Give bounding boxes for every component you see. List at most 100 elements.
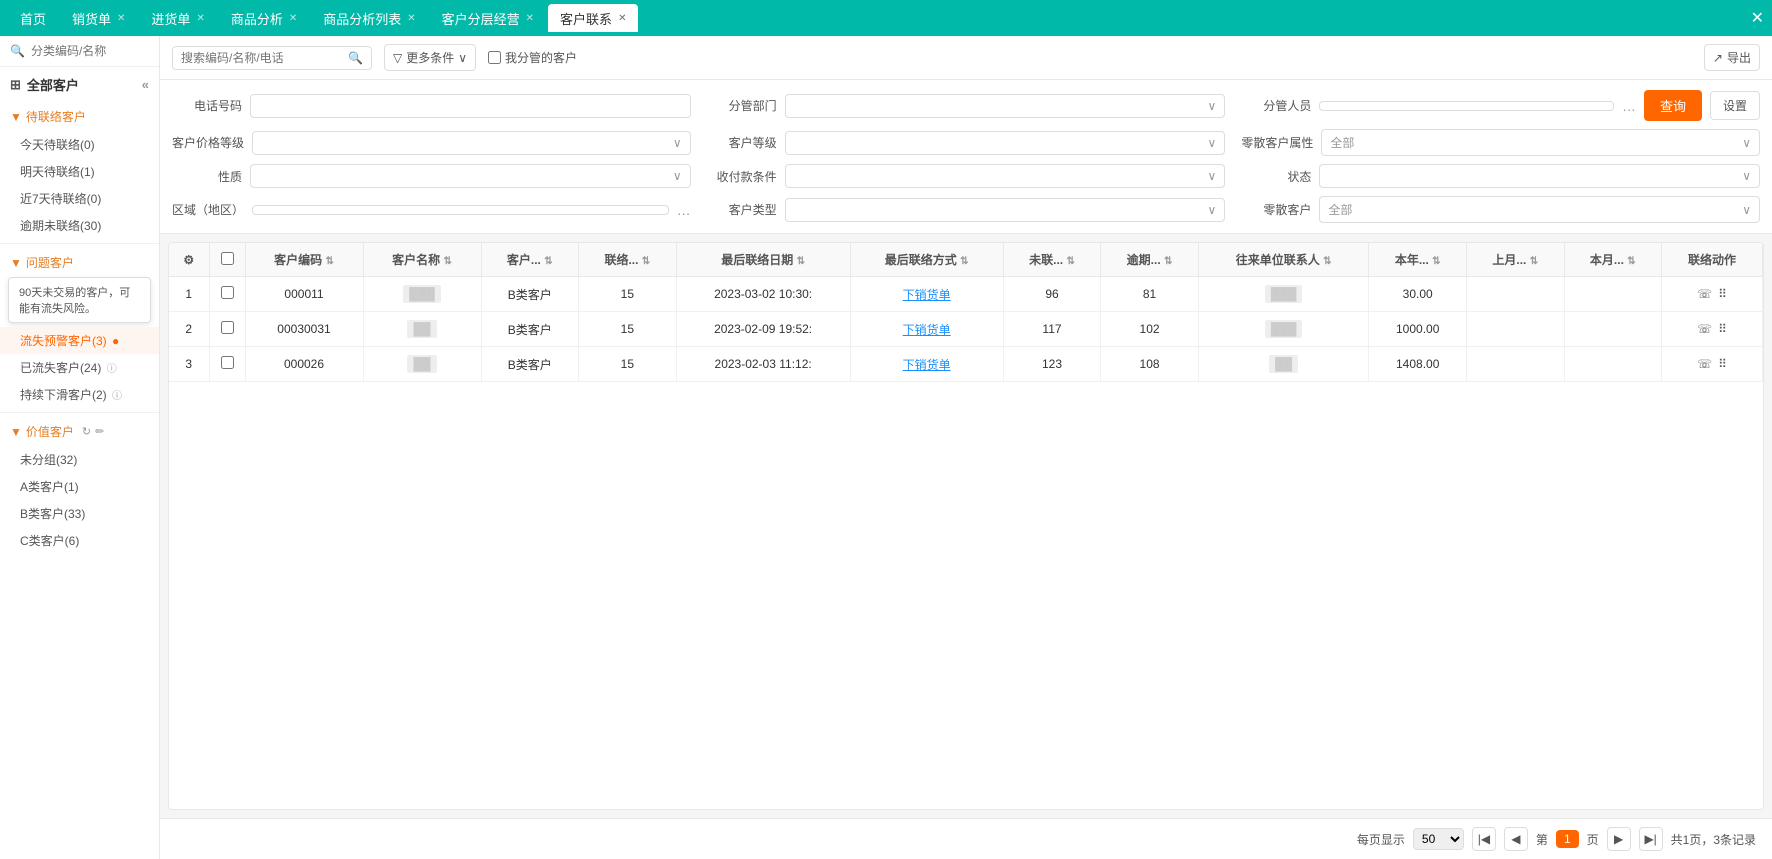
cell-checkbox bbox=[209, 277, 245, 312]
cell-last-method[interactable]: 下销货单 bbox=[850, 312, 1003, 347]
tab-customer-contact-close[interactable]: ✕ bbox=[618, 13, 626, 24]
settings-gear-icon[interactable]: ⚙ bbox=[183, 253, 194, 267]
first-page-button[interactable]: |◀ bbox=[1472, 827, 1496, 851]
contact-action-icon[interactable]: ☏ bbox=[1697, 287, 1712, 301]
last-page-button[interactable]: ▶| bbox=[1639, 827, 1663, 851]
sidebar-search-input[interactable] bbox=[31, 44, 149, 58]
customer-level-select[interactable]: ∨ bbox=[785, 131, 1226, 155]
sidebar-item-b-class[interactable]: B类客户(33) bbox=[0, 500, 159, 527]
sidebar-item-churn-warning[interactable]: 流失预警客户(3) ● bbox=[0, 327, 159, 354]
phone-input[interactable] bbox=[250, 94, 691, 118]
sidebar-item-churned[interactable]: 已流失客户(24) ⓘ bbox=[0, 354, 159, 381]
zero-customer-select[interactable]: 全部 ∨ bbox=[1319, 196, 1760, 223]
select-all-checkbox[interactable] bbox=[221, 252, 234, 265]
sort-icon-overdue[interactable]: ⇅ bbox=[1164, 256, 1172, 267]
region-select[interactable] bbox=[252, 205, 669, 215]
more-action-icon[interactable]: ⠿ bbox=[1718, 357, 1727, 371]
my-customers-checkbox[interactable] bbox=[488, 51, 501, 64]
price-level-select[interactable]: ∨ bbox=[252, 131, 691, 155]
cell-last-method[interactable]: 下销货单 bbox=[850, 277, 1003, 312]
sidebar-group-pending[interactable]: ▼ 待联络客户 bbox=[0, 102, 159, 131]
cell-index: 2 bbox=[169, 312, 209, 347]
sidebar-item-declining[interactable]: 持续下滑客户(2) ⓘ bbox=[0, 381, 159, 408]
tab-customer-layer-close[interactable]: ✕ bbox=[526, 13, 534, 24]
th-not-contact: 未联... ⇅ bbox=[1003, 243, 1101, 277]
sort-icon-type[interactable]: ⇅ bbox=[544, 256, 552, 267]
contact-action-icon[interactable]: ☏ bbox=[1697, 322, 1712, 336]
person-dots[interactable]: … bbox=[1622, 98, 1636, 114]
tab-purchase-close[interactable]: ✕ bbox=[196, 13, 204, 24]
sidebar-item-c-class[interactable]: C类客户(6) bbox=[0, 527, 159, 554]
sidebar-item-today[interactable]: 今天待联络(0) bbox=[0, 131, 159, 158]
gender-select[interactable]: ∨ bbox=[250, 164, 691, 188]
payment-select[interactable]: ∨ bbox=[785, 164, 1226, 188]
cell-last-method[interactable]: 下销货单 bbox=[850, 347, 1003, 382]
sort-icon-last-method[interactable]: ⇅ bbox=[960, 256, 968, 267]
tab-home[interactable]: 首页 bbox=[8, 4, 58, 32]
tab-analysis[interactable]: 商品分析 ✕ bbox=[219, 4, 309, 32]
sidebar-item-ungrouped[interactable]: 未分组(32) bbox=[0, 446, 159, 473]
prev-page-button[interactable]: ◀ bbox=[1504, 827, 1528, 851]
export-button[interactable]: ↗ 导出 bbox=[1704, 44, 1760, 71]
row-checkbox[interactable] bbox=[221, 356, 234, 369]
zero-customer-chevron: ∨ bbox=[1742, 203, 1751, 217]
filter-search-input[interactable] bbox=[181, 51, 342, 65]
sort-icon-code[interactable]: ⇅ bbox=[325, 256, 333, 267]
last-method-link[interactable]: 下销货单 bbox=[903, 288, 951, 302]
per-page-select[interactable]: 50 100 200 bbox=[1413, 828, 1464, 850]
filter-more-button[interactable]: ▽ 更多条件 ∨ bbox=[384, 44, 476, 71]
more-action-icon[interactable]: ⠿ bbox=[1718, 322, 1727, 336]
th-last-date: 最后联络日期 ⇅ bbox=[676, 243, 850, 277]
last-method-link[interactable]: 下销货单 bbox=[903, 323, 951, 337]
th-settings[interactable]: ⚙ bbox=[169, 243, 209, 277]
sidebar-group-problem[interactable]: ▼ 问题客户 bbox=[0, 248, 159, 277]
settings-button[interactable]: 设置 bbox=[1710, 91, 1760, 120]
tab-analysis-list[interactable]: 商品分析列表 ✕ bbox=[311, 4, 427, 32]
edit-icon[interactable]: ✏ bbox=[95, 425, 104, 438]
region-dots[interactable]: … bbox=[677, 202, 691, 218]
sidebar-item-7days[interactable]: 近7天待联络(0) bbox=[0, 185, 159, 212]
tab-purchase[interactable]: 进货单 ✕ bbox=[139, 4, 216, 32]
tab-sales-close[interactable]: ✕ bbox=[117, 13, 125, 24]
refresh-icon[interactable]: ↻ bbox=[82, 425, 91, 438]
sort-icon-last-month[interactable]: ⇅ bbox=[1530, 256, 1538, 267]
tab-analysis-close[interactable]: ✕ bbox=[289, 13, 297, 24]
sort-icon-last-date[interactable]: ⇅ bbox=[797, 256, 805, 267]
last-method-link[interactable]: 下销货单 bbox=[903, 358, 951, 372]
contact-action-icon[interactable]: ☏ bbox=[1697, 357, 1712, 371]
search-icon: 🔍 bbox=[10, 44, 25, 58]
sort-icon-this-year[interactable]: ⇅ bbox=[1432, 256, 1440, 267]
dept-select[interactable]: ∨ bbox=[785, 94, 1226, 118]
cell-index: 1 bbox=[169, 277, 209, 312]
row-checkbox[interactable] bbox=[221, 286, 234, 299]
more-action-icon[interactable]: ⠿ bbox=[1718, 287, 1727, 301]
row-checkbox[interactable] bbox=[221, 321, 234, 334]
tab-customer-layer[interactable]: 客户分层经营 ✕ bbox=[430, 4, 546, 32]
th-last-month: 上月... ⇅ bbox=[1466, 243, 1564, 277]
cell-last-month bbox=[1466, 347, 1564, 382]
sidebar-item-overdue[interactable]: 逾期未联络(30) bbox=[0, 212, 159, 239]
sort-icon-not-contact[interactable]: ⇅ bbox=[1066, 256, 1074, 267]
sort-icon-contact[interactable]: ⇅ bbox=[642, 256, 650, 267]
chevron-down-icon: ∨ bbox=[458, 51, 467, 65]
sidebar-group-value[interactable]: ▼ 价值客户 ↻ ✏ bbox=[0, 417, 159, 446]
customer-type-label: 客户类型 bbox=[707, 201, 777, 218]
customer-type-select[interactable]: ∨ bbox=[785, 198, 1226, 222]
person-select[interactable] bbox=[1319, 101, 1614, 111]
sidebar-item-a-class[interactable]: A类客户(1) bbox=[0, 473, 159, 500]
tab-analysis-list-close[interactable]: ✕ bbox=[407, 13, 415, 24]
query-button[interactable]: 查询 bbox=[1644, 90, 1702, 121]
sort-icon-this-month[interactable]: ⇅ bbox=[1627, 256, 1635, 267]
zero-attr-select[interactable]: 全部 ∨ bbox=[1321, 129, 1760, 156]
cell-contact: 15 bbox=[579, 312, 677, 347]
collapse-icon[interactable]: « bbox=[142, 77, 149, 92]
next-page-button[interactable]: ▶ bbox=[1607, 827, 1631, 851]
window-close-button[interactable]: ✕ bbox=[1751, 8, 1764, 28]
status-select[interactable]: ∨ bbox=[1319, 164, 1760, 188]
sort-icon-unit-contact[interactable]: ⇅ bbox=[1323, 256, 1331, 267]
tab-sales[interactable]: 销货单 ✕ bbox=[60, 4, 137, 32]
sidebar-item-tomorrow[interactable]: 明天待联络(1) bbox=[0, 158, 159, 185]
tab-customer-contact[interactable]: 客户联系 ✕ bbox=[548, 4, 638, 32]
sort-icon-name[interactable]: ⇅ bbox=[443, 256, 451, 267]
sidebar-all-customers[interactable]: ⊞ 全部客户 « bbox=[0, 67, 159, 102]
